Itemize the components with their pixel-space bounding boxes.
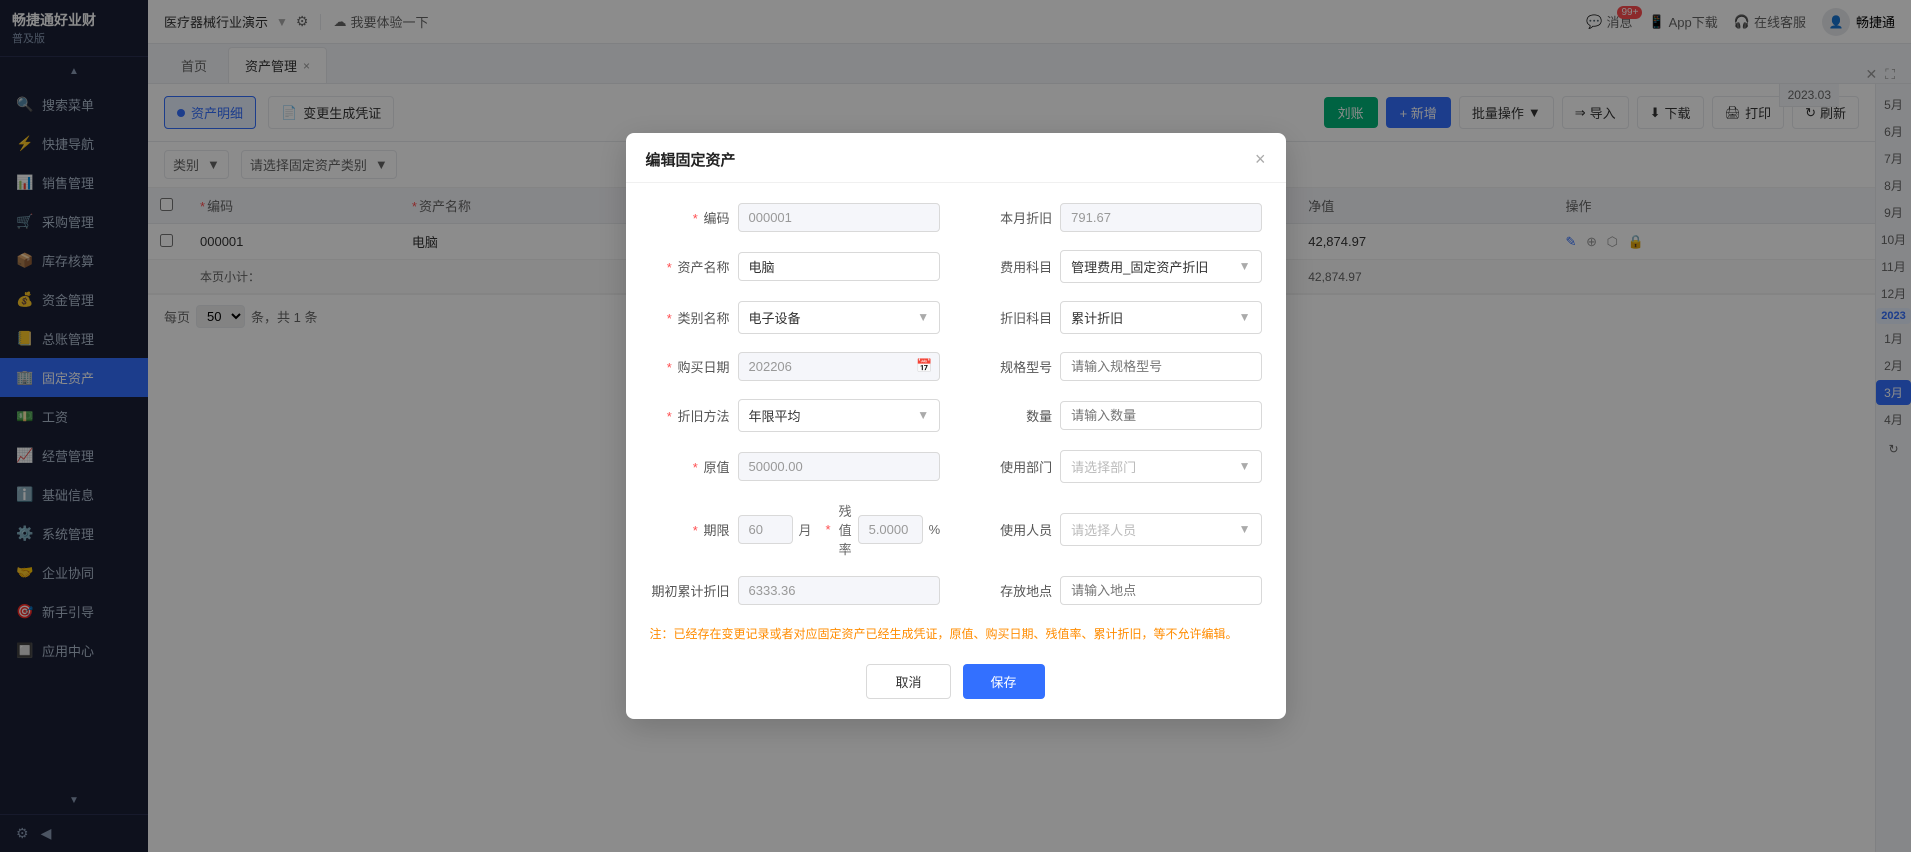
- form-depr-account: 折旧科目 累计折旧 ▼: [972, 301, 1261, 334]
- form-location: 存放地点: [972, 576, 1261, 605]
- person-label: 使用人员: [972, 520, 1052, 539]
- form-period-residual: * 期限 月 * 残值率 %: [650, 501, 941, 558]
- depr-method-arrow-icon: ▼: [917, 408, 929, 422]
- dialog-body: * 编码 本月折旧 * 资产名称: [626, 183, 1286, 625]
- form-grid: * 编码 本月折旧 * 资产名称: [650, 203, 1262, 605]
- spec-label: 规格型号: [972, 357, 1052, 376]
- location-input[interactable]: [1060, 576, 1261, 605]
- asset-name-label: * 资产名称: [650, 257, 730, 276]
- dept-select[interactable]: 请选择部门 ▼: [1060, 450, 1261, 483]
- form-monthly-depr: 本月折旧: [972, 203, 1261, 232]
- period-unit: 月: [799, 520, 812, 539]
- code-label: * 编码: [650, 208, 730, 227]
- spec-input[interactable]: [1060, 352, 1261, 381]
- category-select[interactable]: 电子设备 ▼: [738, 301, 941, 334]
- dept-label: 使用部门: [972, 457, 1052, 476]
- original-input[interactable]: [738, 452, 941, 481]
- purchase-date-label: * 购买日期: [650, 357, 730, 376]
- category-value: 电子设备: [749, 308, 801, 327]
- location-label: 存放地点: [972, 581, 1052, 600]
- quantity-input[interactable]: [1060, 401, 1261, 430]
- dialog-note: 注：已经存在变更记录或者对应固定资产已经生成凭证，原值、购买日期、残值率、累计折…: [626, 625, 1286, 652]
- form-quantity: 数量: [972, 399, 1261, 432]
- initial-depr-input[interactable]: [738, 576, 941, 605]
- form-spec: 规格型号: [972, 352, 1261, 381]
- person-placeholder: 请选择人员: [1071, 520, 1136, 539]
- cancel-button[interactable]: 取消: [866, 664, 950, 699]
- form-person: 使用人员 请选择人员 ▼: [972, 501, 1261, 558]
- form-asset-name: * 资产名称: [650, 250, 941, 283]
- dept-arrow-icon: ▼: [1239, 459, 1251, 473]
- residual-label: 残值率: [839, 501, 852, 558]
- dialog-overlay: 编辑固定资产 × * 编码 本月折旧: [0, 0, 1911, 852]
- monthly-depr-input[interactable]: [1060, 203, 1261, 232]
- purchase-date-field: 📅: [738, 352, 941, 381]
- form-initial-depr: 期初累计折旧: [650, 576, 941, 605]
- initial-depr-label: 期初累计折旧: [650, 581, 730, 600]
- code-input[interactable]: [738, 203, 941, 232]
- form-dept: 使用部门 请选择部门 ▼: [972, 450, 1261, 483]
- dialog-footer: 取消 保存: [626, 652, 1286, 719]
- depr-method-value: 年限平均: [749, 406, 801, 425]
- expense-account-arrow-icon: ▼: [1239, 259, 1251, 273]
- period-input[interactable]: [738, 515, 793, 544]
- calendar-icon[interactable]: 📅: [916, 358, 932, 374]
- monthly-depr-label: 本月折旧: [972, 208, 1052, 227]
- depr-account-label: 折旧科目: [972, 308, 1052, 327]
- expense-account-select[interactable]: 管理费用_固定资产折旧 ▼: [1060, 250, 1261, 283]
- period-label: * 期限: [650, 520, 730, 539]
- form-purchase-date: * 购买日期 📅: [650, 352, 941, 381]
- depr-account-arrow-icon: ▼: [1239, 310, 1251, 324]
- quantity-label: 数量: [972, 406, 1052, 425]
- category-arrow-icon: ▼: [917, 310, 929, 324]
- dialog-header: 编辑固定资产 ×: [626, 133, 1286, 183]
- residual-unit: %: [929, 522, 941, 537]
- form-depr-method: * 折旧方法 年限平均 ▼: [650, 399, 941, 432]
- dept-placeholder: 请选择部门: [1071, 457, 1136, 476]
- dialog-close-btn[interactable]: ×: [1255, 150, 1266, 168]
- form-code: * 编码: [650, 203, 941, 232]
- original-label: * 原值: [650, 457, 730, 476]
- edit-asset-dialog: 编辑固定资产 × * 编码 本月折旧: [626, 133, 1286, 719]
- category-label: * 类别名称: [650, 308, 730, 327]
- dialog-title: 编辑固定资产: [646, 149, 736, 170]
- expense-account-value: 管理费用_固定资产折旧: [1071, 257, 1208, 276]
- expense-account-label: 费用科目: [972, 257, 1052, 276]
- person-arrow-icon: ▼: [1239, 522, 1251, 536]
- depr-method-select[interactable]: 年限平均 ▼: [738, 399, 941, 432]
- form-original-value: * 原值: [650, 450, 941, 483]
- person-select[interactable]: 请选择人员 ▼: [1060, 513, 1261, 546]
- depr-account-value: 累计折旧: [1071, 308, 1123, 327]
- form-category: * 类别名称 电子设备 ▼: [650, 301, 941, 334]
- residual-input[interactable]: [858, 515, 923, 544]
- save-button[interactable]: 保存: [963, 664, 1045, 699]
- period-residual-row: 月 * 残值率 %: [738, 501, 941, 558]
- purchase-date-input[interactable]: [738, 352, 941, 381]
- depr-method-label: * 折旧方法: [650, 406, 730, 425]
- asset-name-input[interactable]: [738, 252, 941, 281]
- depr-account-select[interactable]: 累计折旧 ▼: [1060, 301, 1261, 334]
- form-expense-account: 费用科目 管理费用_固定资产折旧 ▼: [972, 250, 1261, 283]
